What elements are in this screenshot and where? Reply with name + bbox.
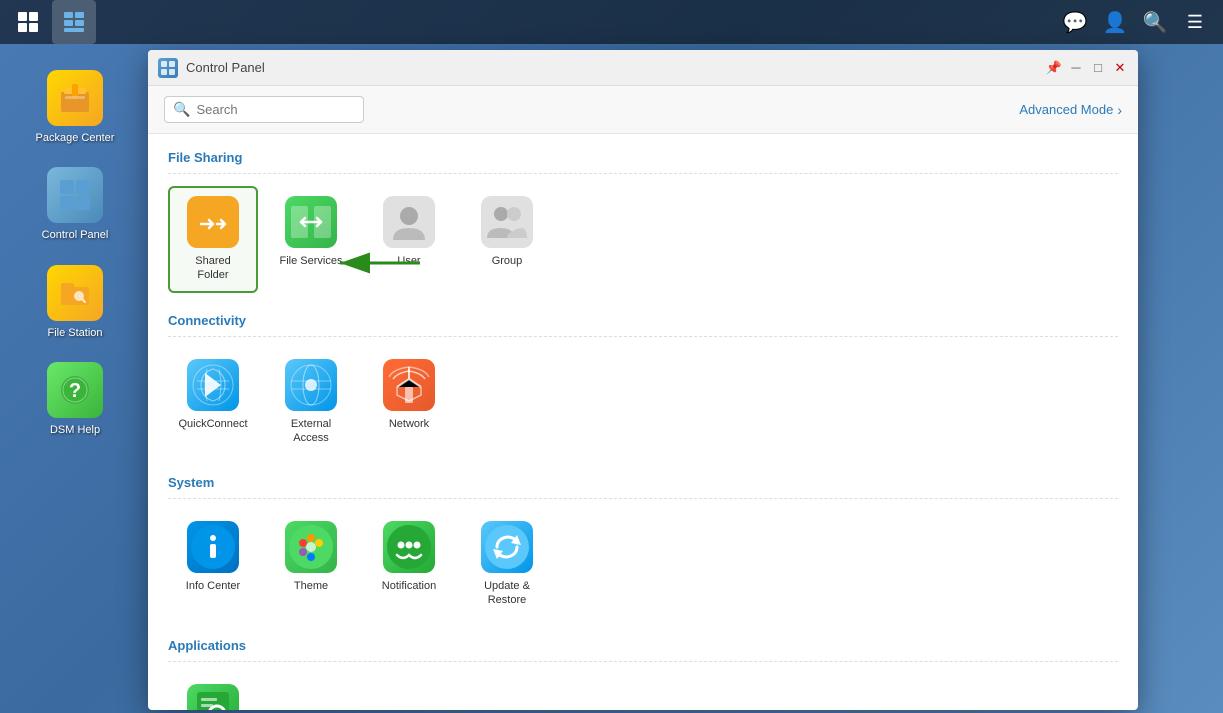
- desktop: Package Center Control Panel File Statio…: [0, 44, 150, 713]
- notification-icon[interactable]: Notification: [364, 511, 454, 618]
- window-controls: 📌 ─ □ ✕: [1046, 60, 1128, 76]
- close-button[interactable]: ✕: [1112, 60, 1128, 76]
- pin-button[interactable]: 📌: [1046, 60, 1062, 76]
- package-center-label: Package Center: [36, 131, 115, 145]
- info-center-icon[interactable]: Info Center: [168, 511, 258, 618]
- quickconnect-icon[interactable]: QuickConnect: [168, 349, 258, 456]
- external-access-label: External Access: [272, 417, 350, 446]
- notification-img: [383, 521, 435, 573]
- applications-section-title: Applications: [168, 638, 1118, 662]
- user-img: [383, 196, 435, 248]
- control-panel-label: Control Panel: [42, 228, 109, 242]
- package-center-desktop-icon[interactable]: Package Center: [25, 64, 125, 151]
- dsm-help-desktop-icon[interactable]: ? DSM Help: [25, 356, 125, 443]
- connectivity-grid: QuickConnect External Access: [168, 349, 1118, 456]
- file-services-icon[interactable]: File Services: [266, 186, 356, 293]
- theme-icon[interactable]: Theme: [266, 511, 356, 618]
- system-grid: Info Center Theme: [168, 511, 1118, 618]
- advanced-mode-label: Advanced Mode: [1019, 102, 1113, 117]
- app-menu-button[interactable]: [10, 4, 46, 40]
- network-label: Network: [389, 417, 429, 431]
- info-center-img: [187, 521, 239, 573]
- update-restore-img: [481, 521, 533, 573]
- advanced-mode-button[interactable]: Advanced Mode ›: [1019, 102, 1122, 118]
- system-section-title: System: [168, 475, 1118, 499]
- taskbar-right: 💬 👤 🔍 ☰: [1057, 4, 1213, 40]
- group-label: Group: [492, 254, 523, 268]
- content-area: File Sharing SharedFolder: [148, 134, 1138, 710]
- file-station-label: File Station: [47, 326, 102, 340]
- group-icon[interactable]: Group: [462, 186, 552, 293]
- external-access-icon[interactable]: External Access: [266, 349, 356, 456]
- shared-folder-label: SharedFolder: [195, 254, 230, 283]
- window-toolbar: 🔍 Advanced Mode ›: [148, 86, 1138, 134]
- update-restore-label: Update &Restore: [484, 579, 530, 608]
- quickconnect-label: QuickConnect: [178, 417, 247, 431]
- svg-text:?: ?: [69, 380, 81, 402]
- control-panel-desktop-icon[interactable]: Control Panel: [25, 161, 125, 248]
- shared-folder-icon[interactable]: SharedFolder: [168, 186, 258, 293]
- search-taskbar-icon[interactable]: 🔍: [1137, 4, 1173, 40]
- theme-img: [285, 521, 337, 573]
- search-box[interactable]: 🔍: [164, 96, 364, 123]
- maximize-button[interactable]: □: [1090, 60, 1106, 76]
- window-title: Control Panel: [186, 60, 265, 75]
- search-input[interactable]: [196, 102, 346, 117]
- theme-label: Theme: [294, 579, 328, 593]
- user-label: User: [397, 254, 420, 268]
- group-img: [481, 196, 533, 248]
- messages-icon[interactable]: 💬: [1057, 4, 1093, 40]
- search-icon: 🔍: [173, 101, 190, 118]
- user-icon[interactable]: 👤: [1097, 4, 1133, 40]
- user-icon[interactable]: User: [364, 186, 454, 293]
- connectivity-section-title: Connectivity: [168, 313, 1118, 337]
- window-icon: [158, 58, 178, 78]
- menu-icon[interactable]: ☰: [1177, 4, 1213, 40]
- control-panel-window: Control Panel 📌 ─ □ ✕ 🔍 Advanced Mode › …: [148, 50, 1138, 710]
- indexing-service-img: [187, 684, 239, 710]
- window-titlebar: Control Panel 📌 ─ □ ✕: [148, 50, 1138, 86]
- advanced-mode-chevron: ›: [1117, 102, 1122, 118]
- external-access-img: [285, 359, 337, 411]
- file-services-img: [285, 196, 337, 248]
- taskbar-left: [10, 0, 96, 44]
- file-sharing-section-title: File Sharing: [168, 150, 1118, 174]
- minimize-button[interactable]: ─: [1068, 60, 1084, 76]
- notification-label: Notification: [382, 579, 436, 593]
- indexing-service-icon[interactable]: IndexingService: [168, 674, 258, 710]
- quickconnect-img: [187, 359, 239, 411]
- control-panel-taskbar-button[interactable]: [52, 0, 96, 44]
- file-station-desktop-icon[interactable]: File Station: [25, 259, 125, 346]
- shared-folder-img: [187, 196, 239, 248]
- titlebar-left: Control Panel: [158, 58, 265, 78]
- applications-grid: IndexingService: [168, 674, 1118, 710]
- file-sharing-grid: SharedFolder File Services: [168, 186, 1118, 293]
- info-center-label: Info Center: [186, 579, 240, 593]
- dsm-help-label: DSM Help: [50, 423, 100, 437]
- network-icon[interactable]: Network: [364, 349, 454, 456]
- network-img: [383, 359, 435, 411]
- file-services-label: File Services: [280, 254, 343, 268]
- update-restore-icon[interactable]: Update &Restore: [462, 511, 552, 618]
- taskbar: 💬 👤 🔍 ☰: [0, 0, 1223, 44]
